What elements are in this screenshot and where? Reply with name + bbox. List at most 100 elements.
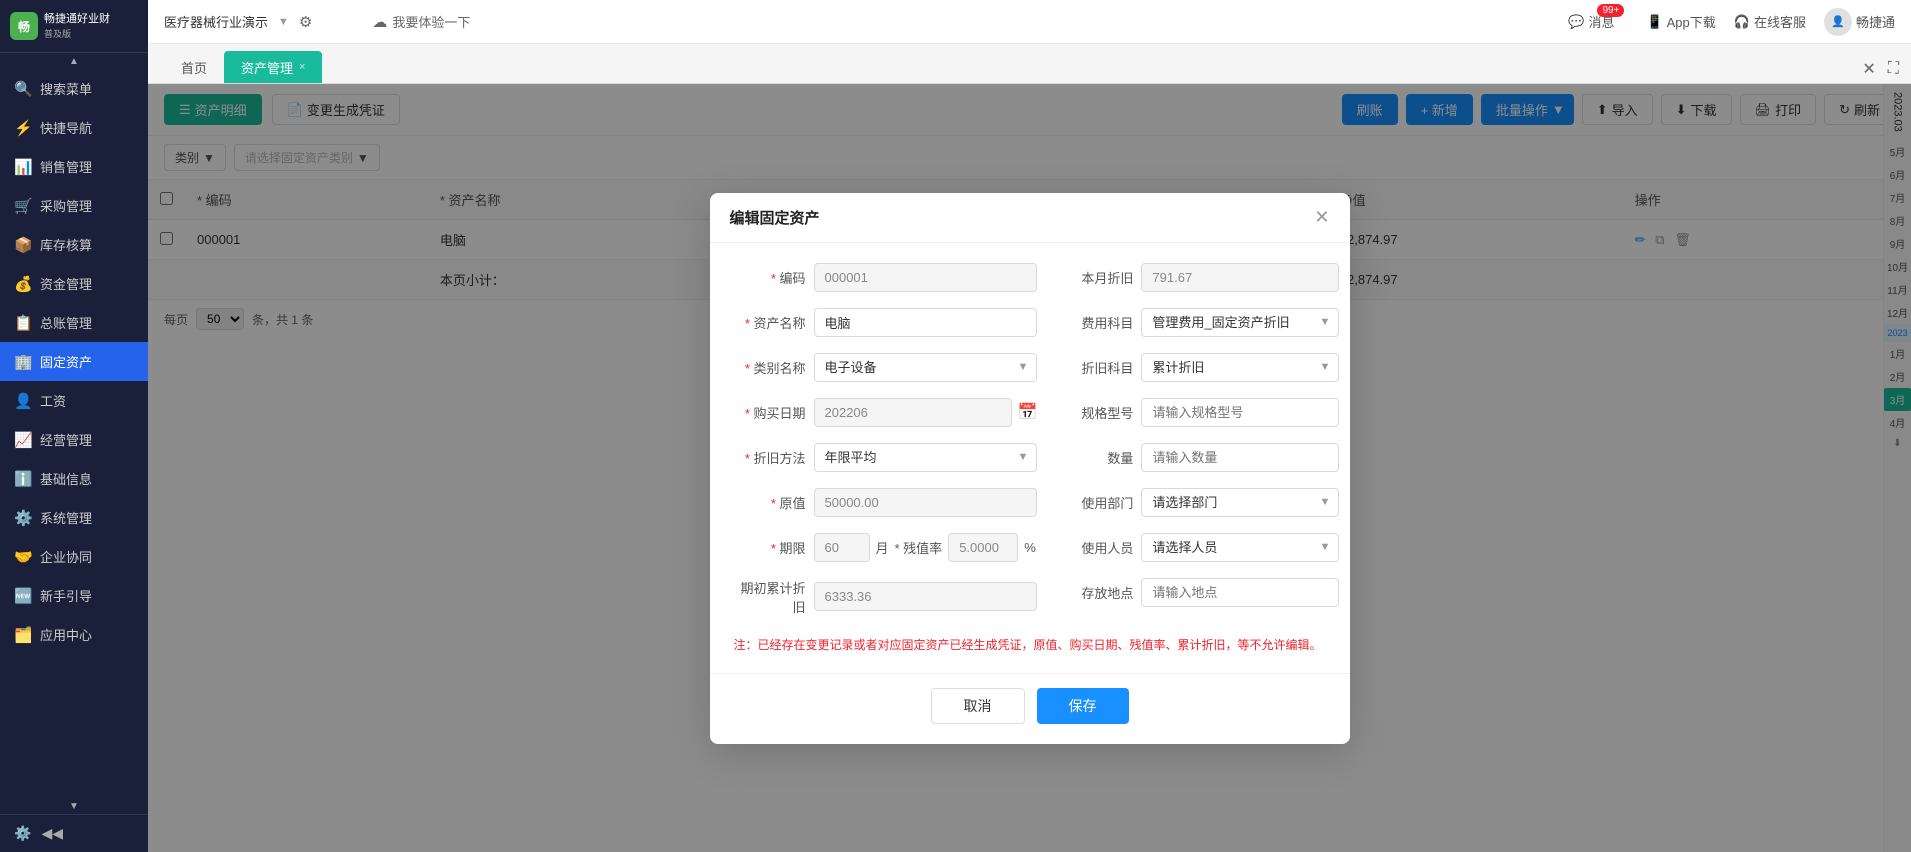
tab-home-label: 首页 [181,58,207,77]
modal-close-btn[interactable]: ✕ [1314,207,1329,228]
user-profile-btn[interactable]: 👤 畅捷通 [1824,8,1895,36]
collapse-icon[interactable]: ◀◀ [41,825,63,842]
sidebar-item-label: 库存核算 [40,235,92,254]
form-left-col: 编码 资产名称 类别名称 [734,263,1038,632]
dep-subject-select[interactable]: 累计折旧 ▼ [1141,353,1339,382]
person-dropdown[interactable]: 请选择人员 [1142,534,1338,561]
category-dropdown[interactable]: 电子设备 [815,354,1037,381]
expense-subject-dropdown[interactable]: 管理费用_固定资产折旧 [1142,309,1338,336]
topbar: 医疗器械行业演示 ▼ ⚙ ☁ 我要体验一下 💬 消息 99+ 📱 App下载 🎧… [148,0,1911,44]
form-row-initial-dep: 期初累计折旧 [734,578,1038,616]
sidebar-item-salary[interactable]: 👤 工资 [0,381,148,420]
quantity-label: 数量 [1061,448,1141,467]
sales-icon: 📊 [14,158,32,176]
form-row-dep-subject: 折旧科目 累计折旧 ▼ [1061,353,1339,382]
topbar-dropdown-arrow[interactable]: ▼ [278,16,289,28]
finance-icon: 💰 [14,275,32,293]
app-download-btn[interactable]: 📱 App下载 [1646,12,1715,31]
message-icon: 💬 [1568,14,1584,30]
purchase-date-input[interactable] [814,398,1012,427]
expense-subject-select[interactable]: 管理费用_固定资产折旧 ▼ [1141,308,1339,337]
message-badge: 99+ [1597,4,1624,17]
location-input[interactable] [1141,578,1339,607]
search-icon: 🔍 [14,80,32,98]
cancel-button[interactable]: 取消 [931,688,1025,724]
department-select[interactable]: 请选择部门 ▼ [1141,488,1339,517]
category-form-label: 类别名称 [734,358,814,377]
tab-asset-management[interactable]: 资产管理 × [224,51,322,83]
modal-footer: 取消 保存 [710,673,1350,744]
person-select[interactable]: 请选择人员 ▼ [1141,533,1339,562]
quantity-input[interactable] [1141,443,1339,472]
dep-subject-dropdown[interactable]: 累计折旧 [1142,354,1338,381]
residual-rate-input[interactable] [948,533,1018,562]
initial-dep-label: 期初累计折旧 [734,578,814,616]
operations-icon: 📈 [14,431,32,449]
message-btn[interactable]: 💬 消息 99+ [1568,12,1614,31]
window-expand-btn[interactable]: ⛶ [1884,56,1903,82]
sidebar-item-label: 搜索菜单 [40,79,92,98]
sidebar-item-label: 采购管理 [40,196,92,215]
window-close-btn[interactable]: ✕ [1858,55,1879,83]
sidebar-scroll-down[interactable]: ▼ [0,798,148,814]
sidebar-item-fixed-assets[interactable]: 🏢 固定资产 [0,342,148,381]
person-label: 使用人员 [1061,538,1141,557]
sidebar-item-operations[interactable]: 📈 经营管理 [0,420,148,459]
dep-method-select[interactable]: 年限平均 ▼ [814,443,1038,472]
logo-icon: 畅 [10,12,38,40]
form-row-purchase-date: 购买日期 📅 [734,398,1038,427]
original-value-input[interactable] [814,488,1038,517]
sidebar-item-sales[interactable]: 📊 销售管理 [0,147,148,186]
settings-icon[interactable]: ⚙️ [14,825,31,842]
fixed-assets-icon: 🏢 [14,353,32,371]
sidebar-item-system[interactable]: ⚙️ 系统管理 [0,498,148,537]
sidebar-item-label: 新手引导 [40,586,92,605]
sidebar-item-search[interactable]: 🔍 搜索菜单 [0,69,148,108]
sidebar-item-ledger[interactable]: 📋 总账管理 [0,303,148,342]
code-input[interactable] [814,263,1038,292]
save-button[interactable]: 保存 [1037,688,1129,724]
sidebar-item-purchase[interactable]: 🛒 采购管理 [0,186,148,225]
topbar-right: 💬 消息 99+ 📱 App下载 🎧 在线客服 👤 畅捷通 [1568,8,1895,36]
form-row-monthly-dep: 本月折旧 [1061,263,1339,292]
spec-label: 规格型号 [1061,403,1141,422]
initial-dep-input[interactable] [814,582,1038,611]
period-input[interactable] [814,533,870,562]
dep-method-label: 折旧方法 [734,448,814,467]
sidebar-item-collab[interactable]: 🤝 企业协同 [0,537,148,576]
form-row-code: 编码 [734,263,1038,292]
sidebar-item-label: 快捷导航 [40,118,92,137]
customer-service-label: 在线客服 [1754,12,1806,31]
sidebar-item-finance[interactable]: 💰 资金管理 [0,264,148,303]
monthly-dep-input[interactable] [1141,263,1339,292]
sidebar-item-guide[interactable]: 🆕 新手引导 [0,576,148,615]
try-feature-btn[interactable]: ☁ 我要体验一下 [372,12,470,31]
spec-input[interactable] [1141,398,1339,427]
name-input[interactable] [814,308,1038,337]
quick-nav-icon: ⚡ [14,119,32,137]
sidebar-item-quick-nav[interactable]: ⚡ 快捷导航 [0,108,148,147]
category-select[interactable]: 电子设备 ▼ [814,353,1038,382]
sidebar-item-label: 资金管理 [40,274,92,293]
sidebar-scroll-up[interactable]: ▲ [0,53,148,69]
sidebar-item-inventory[interactable]: 📦 库存核算 [0,225,148,264]
tab-home[interactable]: 首页 [164,51,224,83]
topbar-gear-icon[interactable]: ⚙ [299,13,312,31]
calendar-icon[interactable]: 📅 [1018,402,1038,422]
dep-subject-label: 折旧科目 [1061,358,1141,377]
tab-close-btn[interactable]: × [299,61,305,73]
system-icon: ⚙️ [14,509,32,527]
modal-form-grid: 编码 资产名称 类别名称 [734,263,1326,653]
salary-icon: 👤 [14,392,32,410]
sidebar-header: 畅 畅捷通好业财 普及版 [0,0,148,53]
user-label: 畅捷通 [1856,12,1895,31]
department-dropdown[interactable]: 请选择部门 [1142,489,1338,516]
sidebar-item-app-center[interactable]: 🗂️ 应用中心 [0,615,148,654]
topbar-left: 医疗器械行业演示 ▼ ⚙ ☁ 我要体验一下 [164,12,470,31]
customer-service-btn[interactable]: 🎧 在线客服 [1734,12,1806,31]
sidebar-item-basic-info[interactable]: ℹ️ 基础信息 [0,459,148,498]
sidebar-item-label: 基础信息 [40,469,92,488]
purchase-date-group: 📅 [814,398,1038,427]
residual-rate-unit: % [1024,540,1036,555]
dep-method-dropdown[interactable]: 年限平均 [815,444,1037,471]
